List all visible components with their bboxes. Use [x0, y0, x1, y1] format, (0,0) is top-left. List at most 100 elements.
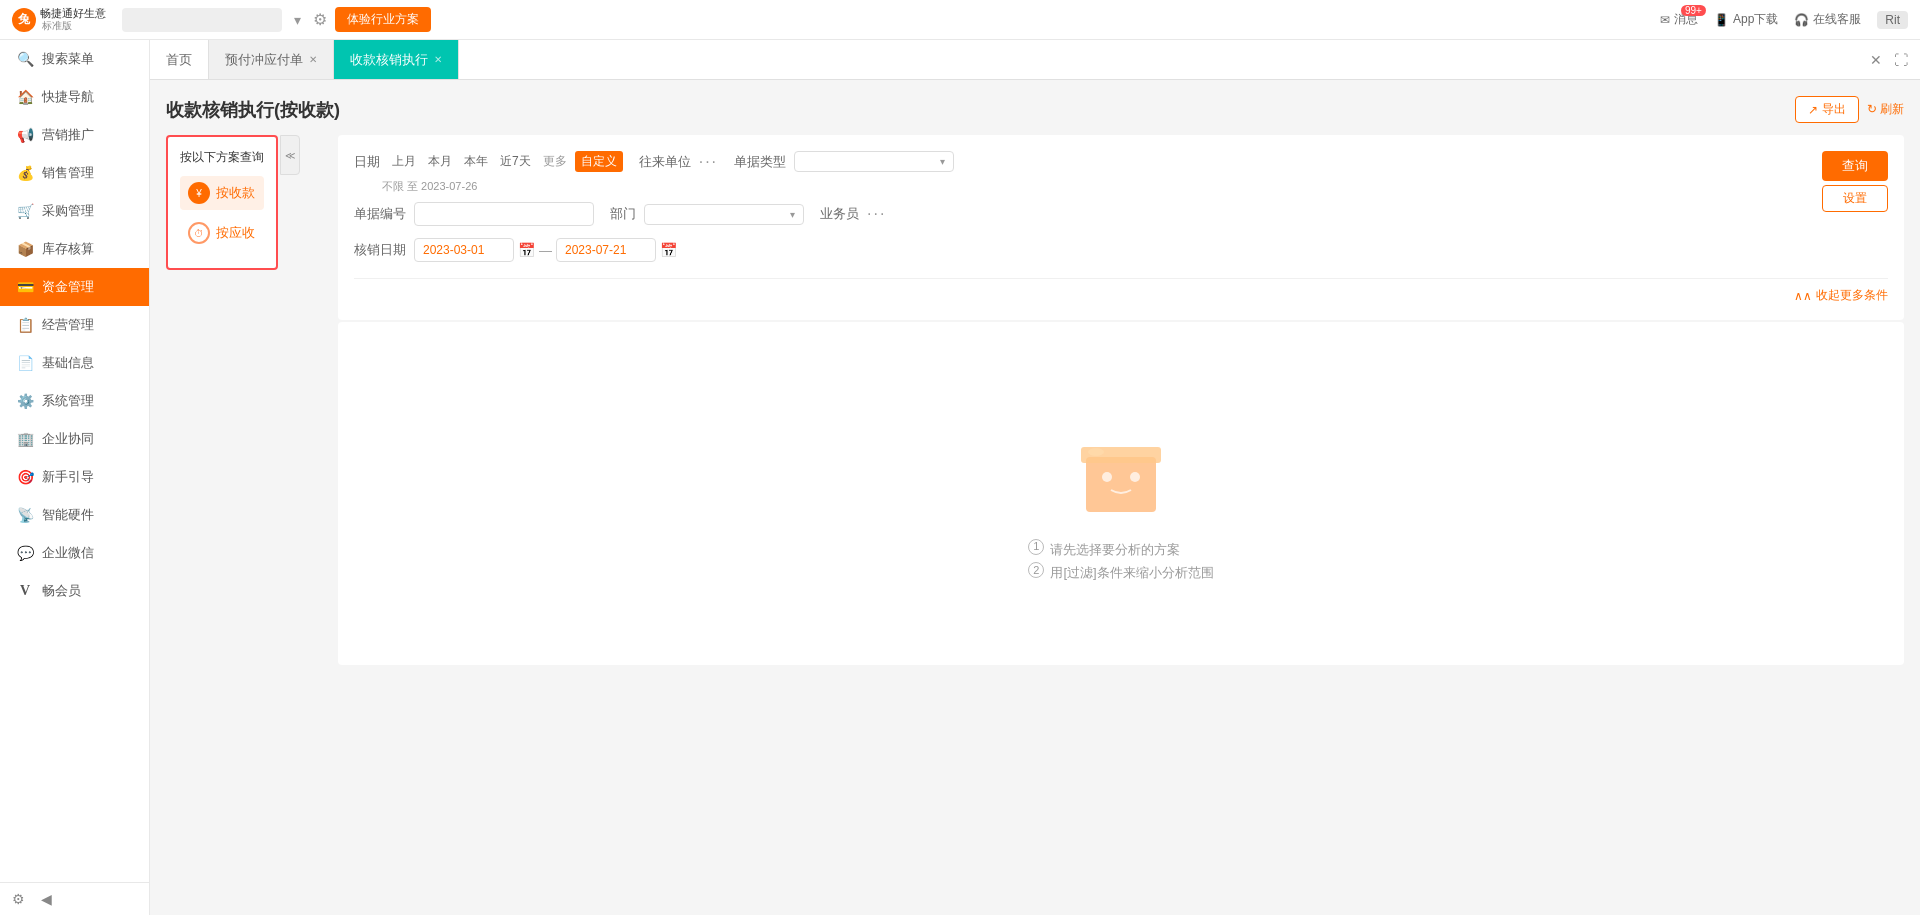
sidebar-item-label: 企业微信	[42, 544, 94, 562]
empty-step-1: 1 请先选择要分析的方案	[1028, 538, 1213, 561]
filter-option-by-receipt[interactable]: ¥ 按收款	[180, 176, 264, 210]
sidebar-item-management[interactable]: 📋 经营管理	[0, 306, 149, 344]
settings-icon[interactable]: ⚙	[313, 10, 327, 29]
sidebar-item-system[interactable]: ⚙️ 系统管理	[0, 382, 149, 420]
refresh-button[interactable]: ↻ 刷新	[1867, 96, 1904, 123]
verify-date-end-input[interactable]: 2023-07-21	[556, 238, 656, 262]
dept-field: 部门 ▾	[610, 204, 804, 225]
collapse-more-button[interactable]: ∧∧ 收起更多条件	[1794, 287, 1888, 304]
right-panel: 日期 上月 本月 本年 近7天 更多 自定义	[338, 135, 1904, 665]
sidebar-item-collab[interactable]: 🏢 企业协同	[0, 420, 149, 458]
filter-option-receivable-label: 按应收	[216, 224, 255, 242]
app-download-button[interactable]: 📱 App下载	[1714, 11, 1778, 28]
collapse-more-label: 收起更多条件	[1816, 287, 1888, 304]
sidebar-item-hardware[interactable]: 📡 智能硬件	[0, 496, 149, 534]
sidebar-item-inventory[interactable]: 📦 库存核算	[0, 230, 149, 268]
tab-prepay-close[interactable]: ✕	[309, 54, 317, 65]
shortcut-more[interactable]: 更多	[539, 151, 571, 172]
shortcut-this-year[interactable]: 本年	[460, 151, 492, 172]
filter-option-by-receivable[interactable]: ⏱ 按应收	[180, 216, 264, 250]
verify-date-label: 核销日期	[354, 241, 406, 259]
results-area: 1 请先选择要分析的方案 2 用[过滤]条件来缩小分析范围	[338, 322, 1904, 665]
page-header-actions: ↗ 导出 ↻ 刷新	[1795, 96, 1904, 123]
verify-date-start-cal[interactable]: 📅	[518, 242, 535, 258]
receipt-icon: ¥	[188, 182, 210, 204]
sidebar-item-guide[interactable]: 🎯 新手引导	[0, 458, 149, 496]
sidebar-item-sales[interactable]: 💰 销售管理	[0, 154, 149, 192]
solution-button[interactable]: 体验行业方案	[335, 7, 431, 32]
close-tab-button[interactable]: ✕	[1866, 48, 1886, 72]
date-field: 日期 上月 本月 本年 近7天 更多 自定义	[354, 151, 623, 172]
collapse-filter-button[interactable]: ≪	[280, 135, 300, 175]
query-button[interactable]: 查询	[1822, 151, 1888, 181]
counterpart-input[interactable]: ···	[699, 153, 718, 171]
tabbar: 首页 预付冲应付单 ✕ 收款核销执行 ✕ ✕ ⛶	[150, 40, 1920, 80]
online-service-button[interactable]: 🎧 在线客服	[1794, 11, 1861, 28]
sidebar-item-finance[interactable]: 💳 资金管理	[0, 268, 149, 306]
staff-input[interactable]: ···	[867, 205, 886, 223]
sidebar-item-purchase[interactable]: 🛒 采购管理	[0, 192, 149, 230]
date-separator: —	[539, 243, 552, 258]
tab-collection[interactable]: 收款核销执行 ✕	[334, 40, 459, 79]
unlimit-text-container: 不限 至 2023-07-26	[382, 178, 1814, 194]
sidebar: 🔍 搜索菜单 🏠 快捷导航 📢 营销推广 💰 销售管理 🛒 采购管理 📦 库存核…	[0, 40, 150, 915]
filter-box-title: 按以下方案查询	[180, 149, 264, 166]
download-icon: 📱	[1714, 13, 1729, 27]
main-panel: 按以下方案查询 ¥ 按收款 ⏱ 按应收 ≪	[166, 135, 1904, 665]
step-2-num: 2	[1028, 562, 1044, 578]
tab-home[interactable]: 首页	[150, 40, 209, 79]
shortcut-this-month[interactable]: 本月	[424, 151, 456, 172]
collapse-icon: ≪	[285, 150, 295, 161]
doc-no-field: 单据编号	[354, 202, 594, 226]
sidebar-item-wechat[interactable]: 💬 企业微信	[0, 534, 149, 572]
message-button[interactable]: ✉ 消息 99+	[1660, 11, 1698, 28]
doc-type-select[interactable]: ▾	[794, 151, 954, 172]
settings-bottom-icon[interactable]: ⚙	[12, 891, 25, 907]
tab-prepay[interactable]: 预付冲应付单 ✕	[209, 40, 334, 79]
search-icon: 🔍	[16, 51, 34, 67]
verify-date-field: 核销日期 2023-03-01 📅 — 2023-07-21 📅	[354, 238, 677, 262]
shortcut-7days[interactable]: 近7天	[496, 151, 535, 172]
dept-select[interactable]: ▾	[644, 204, 804, 225]
logo-icon: 兔	[12, 8, 36, 32]
search-row-verify-date: 核销日期 2023-03-01 📅 — 2023-07-21 📅	[354, 238, 1814, 262]
nav-dropdown-icon[interactable]: ▾	[294, 12, 301, 28]
verify-date-end-cal[interactable]: 📅	[660, 242, 677, 258]
settings-button[interactable]: 设置	[1822, 185, 1888, 212]
tab-collection-close[interactable]: ✕	[434, 54, 442, 65]
shortcut-last-month[interactable]: 上月	[388, 151, 420, 172]
step-1-num: 1	[1028, 539, 1044, 555]
export-icon: ↗	[1808, 103, 1818, 117]
app-name: 畅捷通好生意	[40, 7, 106, 20]
search-row-date: 日期 上月 本月 本年 近7天 更多 自定义	[354, 151, 1814, 172]
expand-tab-button[interactable]: ⛶	[1890, 48, 1912, 72]
collapse-sidebar-icon[interactable]: ◀	[41, 891, 52, 907]
shortcut-custom[interactable]: 自定义	[575, 151, 623, 172]
sidebar-item-quicknav[interactable]: 🏠 快捷导航	[0, 78, 149, 116]
topbar-right: ✉ 消息 99+ 📱 App下载 🎧 在线客服 Rit	[1660, 11, 1908, 29]
page-header: 收款核销执行(按收款) ↗ 导出 ↻ 刷新	[166, 96, 1904, 123]
staff-field: 业务员 ···	[820, 205, 886, 223]
sidebar-item-label: 基础信息	[42, 354, 94, 372]
sidebar-item-member[interactable]: V 畅会员	[0, 572, 149, 610]
verify-date-start-input[interactable]: 2023-03-01	[414, 238, 514, 262]
export-button[interactable]: ↗ 导出	[1795, 96, 1859, 123]
finance-icon: 💳	[16, 279, 34, 295]
sidebar-item-label: 营销推广	[42, 126, 94, 144]
sidebar-item-search[interactable]: 🔍 搜索菜单	[0, 40, 149, 78]
user-profile[interactable]: Rit	[1877, 11, 1908, 29]
sidebar-item-marketing[interactable]: 📢 营销推广	[0, 116, 149, 154]
guide-icon: 🎯	[16, 469, 34, 485]
sidebar-item-label: 畅会员	[42, 582, 81, 600]
search-area: 日期 上月 本月 本年 近7天 更多 自定义	[338, 135, 1904, 320]
sidebar-item-basic-info[interactable]: 📄 基础信息	[0, 344, 149, 382]
collab-icon: 🏢	[16, 431, 34, 447]
page-content: 收款核销执行(按收款) ↗ 导出 ↻ 刷新	[150, 80, 1920, 915]
page-title: 收款核销执行(按收款)	[166, 98, 340, 122]
doc-type-arrow: ▾	[940, 156, 945, 167]
doc-no-input[interactable]	[414, 202, 594, 226]
sidebar-item-label: 搜索菜单	[42, 50, 94, 68]
sidebar-item-label: 企业协同	[42, 430, 94, 448]
collapse-more-container: ∧∧ 收起更多条件	[354, 278, 1888, 304]
collapse-more-icon: ∧∧	[1794, 289, 1812, 303]
